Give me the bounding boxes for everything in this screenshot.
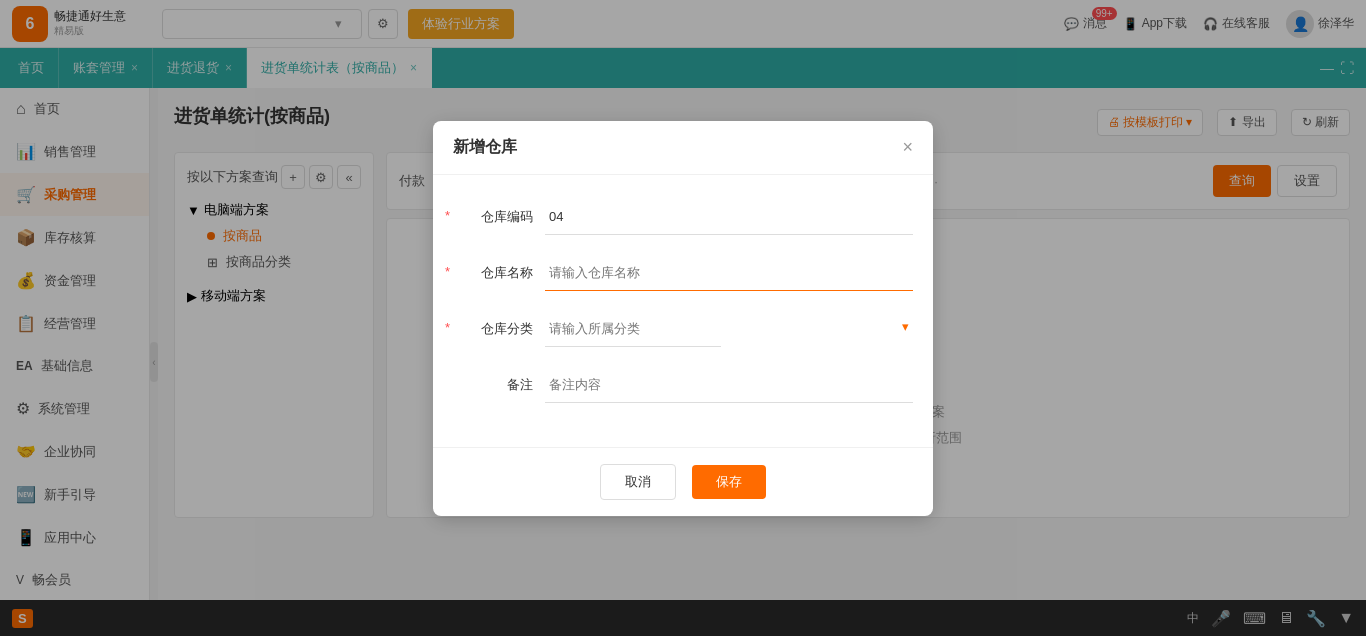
- code-label: 仓库编码: [453, 208, 533, 226]
- modal-title: 新增仓库: [453, 137, 517, 158]
- modal-new-warehouse: 新增仓库 × 仓库编码 仓库名称 仓库分类 ▾: [433, 121, 933, 516]
- note-input[interactable]: [545, 367, 913, 403]
- category-select-wrap: ▾: [545, 311, 913, 347]
- form-row-code: 仓库编码: [453, 199, 913, 235]
- form-row-note: 备注: [453, 367, 913, 403]
- name-label: 仓库名称: [453, 264, 533, 282]
- modal-overlay: 新增仓库 × 仓库编码 仓库名称 仓库分类 ▾: [0, 0, 1366, 636]
- modal-header: 新增仓库 ×: [433, 121, 933, 175]
- form-row-category: 仓库分类 ▾: [453, 311, 913, 347]
- modal-close-button[interactable]: ×: [902, 137, 913, 158]
- category-dropdown-icon[interactable]: ▾: [902, 319, 909, 334]
- modal-footer: 取消 保存: [433, 447, 933, 516]
- note-label: 备注: [453, 376, 533, 394]
- category-input[interactable]: [545, 311, 721, 347]
- save-button[interactable]: 保存: [692, 465, 766, 499]
- cancel-button[interactable]: 取消: [600, 464, 676, 500]
- name-input[interactable]: [545, 255, 913, 291]
- form-row-name: 仓库名称: [453, 255, 913, 291]
- code-input[interactable]: [545, 199, 913, 235]
- category-label: 仓库分类: [453, 320, 533, 338]
- modal-body: 仓库编码 仓库名称 仓库分类 ▾ 备注: [433, 175, 933, 447]
